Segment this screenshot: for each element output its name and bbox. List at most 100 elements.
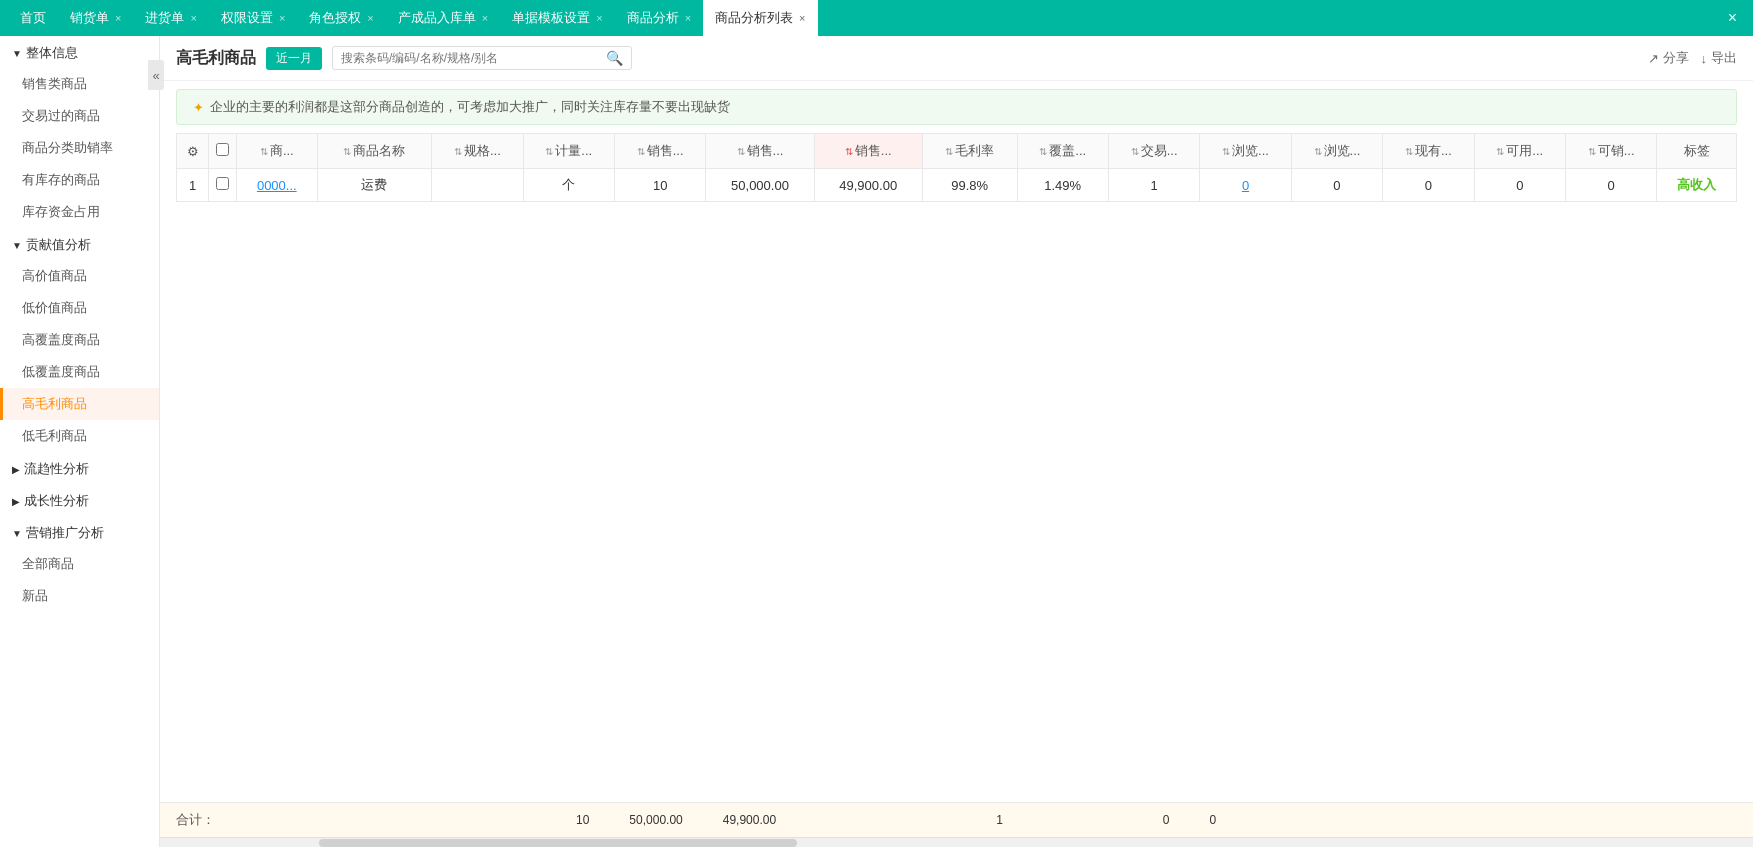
close-icon[interactable]: ×	[190, 12, 196, 24]
content-area: 高毛利商品 近一月 🔍 ↗ 分享 ↓ 导出 ✦ 企业的主要的利润都是这部分商品创…	[160, 36, 1753, 847]
sidebar: ▼ 整体信息 销售类商品 交易过的商品 商品分类助销率 有库存的商品 库存资金占…	[0, 36, 160, 847]
col-settings[interactable]: ⚙	[177, 134, 209, 169]
sidebar-group-growth[interactable]: ▶ 成长性分析	[0, 484, 159, 516]
close-icon[interactable]: ×	[482, 12, 488, 24]
col-trade-header[interactable]: ⇅ 交易...	[1108, 134, 1199, 169]
cell-view2: 0	[1291, 169, 1382, 202]
sidebar-item-high-margin[interactable]: 高毛利商品	[0, 388, 159, 420]
close-icon[interactable]: ×	[367, 12, 373, 24]
sort-icon: ⇅	[545, 146, 553, 157]
col-coverage-header[interactable]: ⇅ 覆盖...	[1017, 134, 1108, 169]
table-footer: 合计： 10 50,000.00 49,900.00 1 0 0	[160, 802, 1753, 837]
sort-icon: ⇅	[260, 146, 268, 157]
cell-saleable: 0	[1565, 169, 1656, 202]
col-current-header[interactable]: ⇅ 现有...	[1383, 134, 1474, 169]
close-icon[interactable]: ×	[279, 12, 285, 24]
nav-sales-order[interactable]: 销货单 ×	[58, 0, 133, 36]
col-tag-header[interactable]: 标签	[1657, 134, 1737, 169]
sidebar-group-overall[interactable]: ▼ 整体信息	[0, 36, 159, 68]
col-gross-margin-header[interactable]: ⇅ 毛利率	[922, 134, 1017, 169]
sidebar-item-traded-goods[interactable]: 交易过的商品	[0, 100, 159, 132]
sidebar-item-in-stock[interactable]: 有库存的商品	[0, 164, 159, 196]
search-box: 🔍	[332, 46, 632, 70]
cell-checkbox[interactable]	[209, 169, 237, 202]
close-icon[interactable]: ×	[596, 12, 602, 24]
footer-current: 0	[1143, 813, 1190, 827]
footer-sales-amount: 50,000.00	[609, 813, 702, 827]
nav-product-analysis[interactable]: 商品分析 ×	[615, 0, 703, 36]
horizontal-scrollbar[interactable]	[160, 837, 1753, 847]
sidebar-item-high-value[interactable]: 高价值商品	[0, 260, 159, 292]
close-icon[interactable]: ×	[799, 12, 805, 24]
col-sales-amount-header[interactable]: ⇅ 销售...	[706, 134, 814, 169]
cell-index: 1	[177, 169, 209, 202]
share-icon: ↗	[1648, 51, 1659, 66]
sidebar-item-low-value[interactable]: 低价值商品	[0, 292, 159, 324]
sidebar-group-contribution[interactable]: ▼ 贡献值分析	[0, 228, 159, 260]
sidebar-item-inventory-fund[interactable]: 库存资金占用	[0, 196, 159, 228]
col-checkbox[interactable]	[209, 134, 237, 169]
cell-sales-qty: 10	[614, 169, 705, 202]
col-available-header[interactable]: ⇅ 可用...	[1474, 134, 1565, 169]
search-icon[interactable]: 🔍	[606, 50, 623, 66]
close-icon[interactable]: ×	[685, 12, 691, 24]
cell-sales-amount: 50,000.00	[706, 169, 814, 202]
footer-label: 合计：	[176, 811, 216, 829]
sidebar-item-low-coverage[interactable]: 低覆盖度商品	[0, 356, 159, 388]
nav-product-analysis-list[interactable]: 商品分析列表 ×	[703, 0, 817, 36]
content-header: 高毛利商品 近一月 🔍 ↗ 分享 ↓ 导出	[160, 36, 1753, 81]
top-navigation: 首页 销货单 × 进货单 × 权限设置 × 角色授权 × 产成品入库单 × 单据…	[0, 0, 1753, 36]
row-checkbox[interactable]	[216, 177, 229, 190]
col-view2-header[interactable]: ⇅ 浏览...	[1291, 134, 1382, 169]
col-spec-header[interactable]: ⇅ 规格...	[432, 134, 523, 169]
share-button[interactable]: ↗ 分享	[1648, 49, 1689, 67]
sort-icon: ⇅	[1039, 146, 1047, 157]
sidebar-item-high-coverage[interactable]: 高覆盖度商品	[0, 324, 159, 356]
select-all-checkbox[interactable]	[216, 143, 229, 156]
sidebar-item-low-margin[interactable]: 低毛利商品	[0, 420, 159, 452]
scrollbar-thumb[interactable]	[319, 839, 797, 847]
settings-icon[interactable]: ⚙	[187, 144, 199, 159]
close-icon[interactable]: ×	[115, 12, 121, 24]
sidebar-item-category-rate[interactable]: 商品分类助销率	[0, 132, 159, 164]
nav-role-auth[interactable]: 角色授权 ×	[297, 0, 385, 36]
col-sales-cost-header[interactable]: ⇅ 销售...	[814, 134, 922, 169]
page-title: 高毛利商品	[176, 48, 256, 69]
export-button[interactable]: ↓ 导出	[1701, 49, 1738, 67]
col-saleable-header[interactable]: ⇅ 可销...	[1565, 134, 1656, 169]
col-view1-header[interactable]: ⇅ 浏览...	[1200, 134, 1291, 169]
sidebar-group-marketing[interactable]: ▼ 营销推广分析	[0, 516, 159, 548]
nav-purchase-order[interactable]: 进货单 ×	[133, 0, 208, 36]
nav-permission-settings[interactable]: 权限设置 ×	[209, 0, 297, 36]
sidebar-item-sales-goods[interactable]: 销售类商品	[0, 68, 159, 100]
period-button[interactable]: 近一月	[266, 47, 322, 70]
cell-code[interactable]: 0000...	[237, 169, 318, 202]
nav-template-settings[interactable]: 单据模板设置 ×	[500, 0, 614, 36]
sort-icon: ⇅	[1405, 146, 1413, 157]
nav-home[interactable]: 首页	[8, 0, 58, 36]
sort-icon: ⇅	[1496, 146, 1504, 157]
sidebar-collapse-button[interactable]: «	[148, 60, 164, 90]
chevron-down-icon: ▼	[12, 240, 22, 251]
cell-view1[interactable]: 0	[1200, 169, 1291, 202]
info-banner: ✦ 企业的主要的利润都是这部分商品创造的，可考虑加大推广，同时关注库存量不要出现…	[176, 89, 1737, 125]
sidebar-item-new-goods[interactable]: 新品	[0, 580, 159, 612]
sidebar-item-all-goods[interactable]: 全部商品	[0, 548, 159, 580]
header-actions: ↗ 分享 ↓ 导出	[1648, 49, 1738, 67]
info-icon: ✦	[193, 100, 204, 115]
footer-trade: 1	[976, 813, 1023, 827]
sort-icon: ⇅	[454, 146, 462, 157]
col-code-header[interactable]: ⇅ 商...	[237, 134, 318, 169]
sort-icon: ⇅	[1131, 146, 1139, 157]
search-input[interactable]	[341, 51, 606, 65]
table-container[interactable]: ⚙ ⇅ 商... ⇅	[160, 133, 1753, 802]
sort-icon: ⇅	[845, 146, 853, 157]
col-name-header[interactable]: ⇅ 商品名称	[317, 134, 432, 169]
col-sales-qty-header[interactable]: ⇅ 销售...	[614, 134, 705, 169]
sidebar-group-trend[interactable]: ▶ 流趋性分析	[0, 452, 159, 484]
sort-icon: ⇅	[1222, 146, 1230, 157]
close-all-button[interactable]: ×	[1720, 9, 1745, 27]
col-unit-header[interactable]: ⇅ 计量...	[523, 134, 614, 169]
nav-product-inbound[interactable]: 产成品入库单 ×	[386, 0, 500, 36]
sort-icon: ⇅	[737, 146, 745, 157]
